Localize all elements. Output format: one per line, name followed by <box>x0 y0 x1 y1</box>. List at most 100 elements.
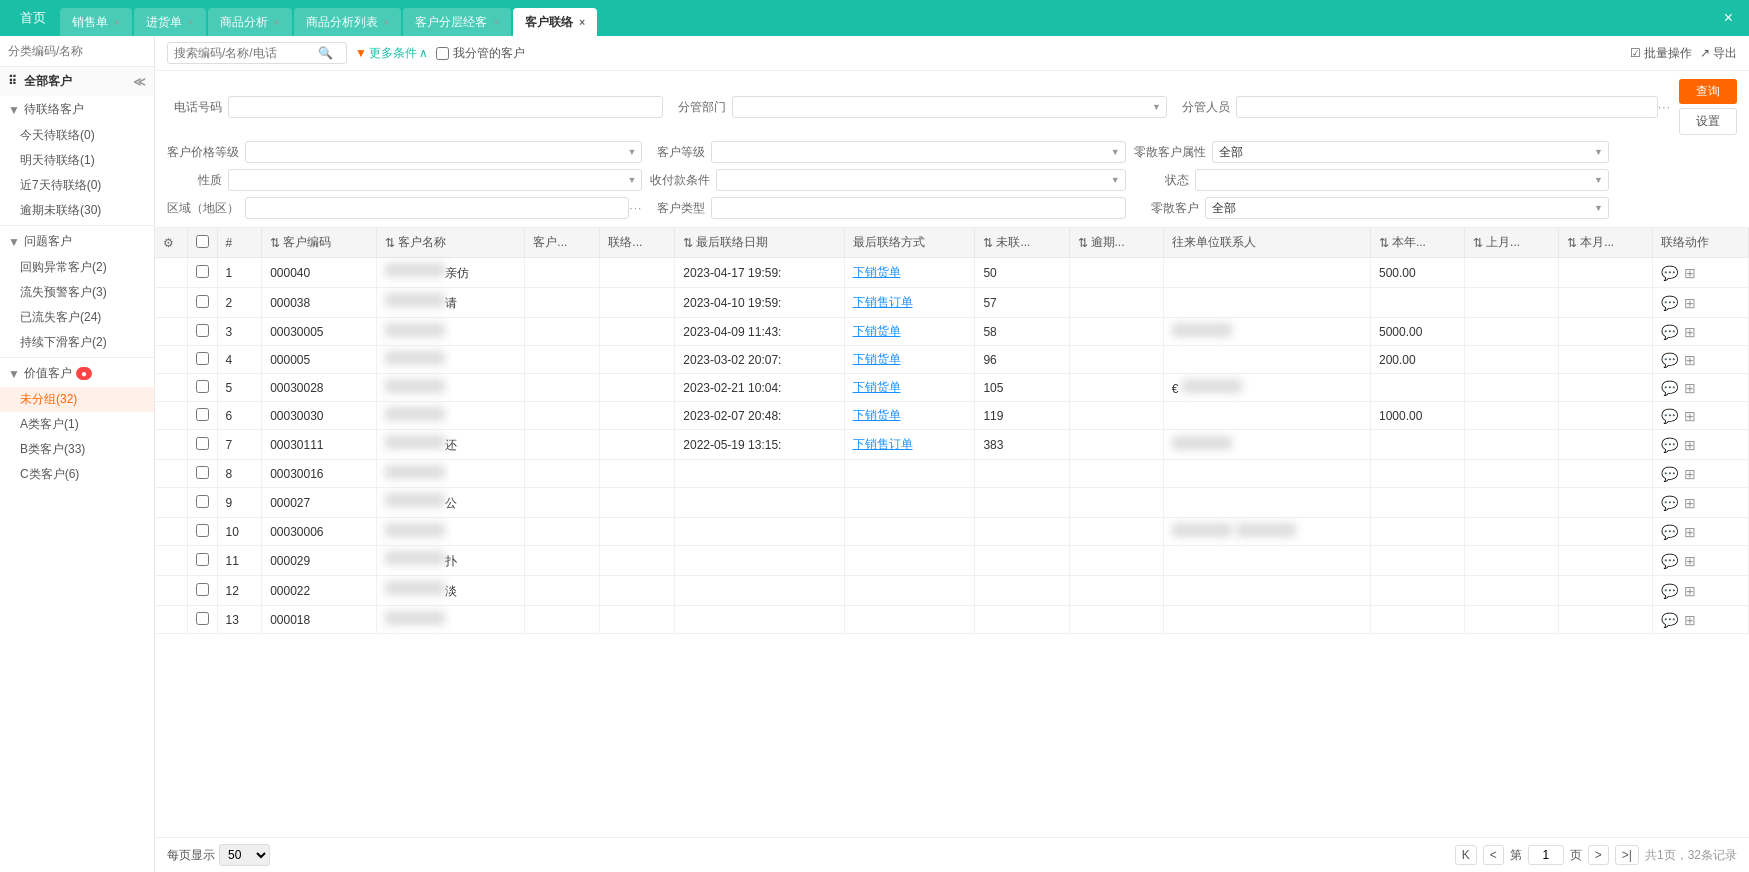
export-button[interactable]: ↗ 导出 <box>1700 45 1737 62</box>
select-all-checkbox[interactable] <box>196 235 209 248</box>
sidebar-group-value[interactable]: ▼ 价值客户 ● <box>0 360 154 387</box>
all-customers-header[interactable]: ⠿ 全部客户 ≪ <box>0 67 154 96</box>
chat-icon[interactable]: 💬 <box>1661 553 1678 569</box>
row-checkbox[interactable] <box>196 495 209 508</box>
last-method-link[interactable]: 下销售订单 <box>853 295 913 309</box>
grid-icon[interactable]: ⊞ <box>1684 524 1696 540</box>
sidebar-item-churned[interactable]: 已流失客户(24) <box>0 305 154 330</box>
row-checkbox[interactable] <box>196 380 209 393</box>
row-checkbox[interactable] <box>196 352 209 365</box>
sidebar-item-churn-warning[interactable]: 流失预警客户(3) <box>0 280 154 305</box>
grid-icon[interactable]: ⊞ <box>1684 583 1696 599</box>
sidebar-group-pending[interactable]: ▼ 待联络客户 <box>0 96 154 123</box>
window-close-button[interactable]: × <box>1716 9 1741 27</box>
chat-icon[interactable]: 💬 <box>1661 380 1678 396</box>
more-filters-button[interactable]: ▼ 更多条件 ∧ <box>355 45 428 62</box>
grid-icon[interactable]: ⊞ <box>1684 408 1696 424</box>
staff-input[interactable] <box>1236 96 1658 118</box>
row-checkbox[interactable] <box>196 295 209 308</box>
next-page-button[interactable]: > <box>1588 845 1609 865</box>
row-checkbox[interactable] <box>196 408 209 421</box>
row-checkbox[interactable] <box>196 466 209 479</box>
chat-icon[interactable]: 💬 <box>1661 352 1678 368</box>
close-icon[interactable]: × <box>493 17 499 28</box>
sidebar-search-input[interactable] <box>8 44 155 58</box>
my-customers-checkbox[interactable] <box>436 47 449 60</box>
chat-icon[interactable]: 💬 <box>1661 295 1678 311</box>
grid-icon[interactable]: ⊞ <box>1684 324 1696 340</box>
main-search-input[interactable] <box>174 46 314 60</box>
grid-icon[interactable]: ⊞ <box>1684 553 1696 569</box>
chat-icon[interactable]: 💬 <box>1661 265 1678 281</box>
batch-ops-button[interactable]: ☑ 批量操作 <box>1630 45 1692 62</box>
chat-icon[interactable]: 💬 <box>1661 612 1678 628</box>
last-method-link[interactable]: 下销售订单 <box>853 437 913 451</box>
grid-icon[interactable]: ⊞ <box>1684 437 1696 453</box>
sidebar-item-tomorrow-pending[interactable]: 明天待联络(1) <box>0 148 154 173</box>
sidebar-item-type-b[interactable]: B类客户(33) <box>0 437 154 462</box>
sidebar-item-7days-pending[interactable]: 近7天待联络(0) <box>0 173 154 198</box>
sidebar-item-today-pending[interactable]: 今天待联络(0) <box>0 123 154 148</box>
customer-grade-select[interactable] <box>711 141 1125 163</box>
grid-icon[interactable]: ⊞ <box>1684 495 1696 511</box>
grid-icon[interactable]: ⊞ <box>1684 466 1696 482</box>
chat-icon[interactable]: 💬 <box>1661 466 1678 482</box>
last-method-link[interactable]: 下销货单 <box>853 352 901 366</box>
first-page-button[interactable]: K <box>1455 845 1477 865</box>
chat-icon[interactable]: 💬 <box>1661 324 1678 340</box>
retail-customer-select[interactable]: 全部 <box>1205 197 1609 219</box>
last-method-link[interactable]: 下销货单 <box>853 380 901 394</box>
prev-page-button[interactable]: < <box>1483 845 1504 865</box>
dept-select[interactable] <box>732 96 1167 118</box>
close-icon[interactable]: × <box>274 17 280 28</box>
tab-sales-order[interactable]: 销售单 × <box>60 8 132 36</box>
chat-icon[interactable]: 💬 <box>1661 408 1678 424</box>
tab-customer-contact[interactable]: 客户联络 × <box>513 8 597 36</box>
sidebar-item-repurchase-abnormal[interactable]: 回购异常客户(2) <box>0 255 154 280</box>
price-grade-select[interactable] <box>245 141 642 163</box>
last-method-link[interactable]: 下销货单 <box>853 408 901 422</box>
status-select[interactable] <box>1195 169 1609 191</box>
tab-product-analysis[interactable]: 商品分析 × <box>208 8 292 36</box>
row-checkbox[interactable] <box>196 324 209 337</box>
close-icon[interactable]: × <box>114 17 120 28</box>
settings-icon[interactable]: ⚙ <box>163 236 174 250</box>
row-checkbox[interactable] <box>196 524 209 537</box>
home-tab[interactable]: 首页 <box>8 0 58 36</box>
grid-icon[interactable]: ⊞ <box>1684 295 1696 311</box>
close-icon[interactable]: × <box>384 17 390 28</box>
retail-attr-select[interactable]: 全部 <box>1212 141 1609 163</box>
phone-input[interactable] <box>228 96 663 118</box>
sidebar-group-problem[interactable]: ▼ 问题客户 <box>0 228 154 255</box>
sidebar-item-type-a[interactable]: A类客户(1) <box>0 412 154 437</box>
row-checkbox[interactable] <box>196 553 209 566</box>
grid-icon[interactable]: ⊞ <box>1684 352 1696 368</box>
chat-icon[interactable]: 💬 <box>1661 583 1678 599</box>
grid-icon[interactable]: ⊞ <box>1684 612 1696 628</box>
pay-term-select[interactable] <box>716 169 1125 191</box>
customer-type-input[interactable] <box>711 197 1125 219</box>
close-icon[interactable]: × <box>579 17 585 28</box>
page-size-select[interactable]: 50 100 200 <box>219 844 270 866</box>
last-method-link[interactable]: 下销货单 <box>853 324 901 338</box>
grid-icon[interactable]: ⊞ <box>1684 380 1696 396</box>
search-icon[interactable]: 🔍 <box>318 46 333 60</box>
close-icon[interactable]: × <box>188 17 194 28</box>
row-checkbox[interactable] <box>196 437 209 450</box>
row-checkbox[interactable] <box>196 583 209 596</box>
chat-icon[interactable]: 💬 <box>1661 437 1678 453</box>
tab-product-analysis-list[interactable]: 商品分析列表 × <box>294 8 402 36</box>
row-checkbox[interactable] <box>196 612 209 625</box>
area-more-icon[interactable]: ··· <box>629 201 642 215</box>
sidebar-item-ungrouped[interactable]: 未分组(32) <box>0 387 154 412</box>
tab-customer-segmentation[interactable]: 客户分层经客 × <box>403 8 511 36</box>
reset-button[interactable]: 设置 <box>1679 108 1737 135</box>
more-icon[interactable]: ··· <box>1658 100 1671 114</box>
row-checkbox[interactable] <box>196 265 209 278</box>
sidebar-item-declining[interactable]: 持续下滑客户(2) <box>0 330 154 355</box>
sidebar-item-overdue[interactable]: 逾期未联络(30) <box>0 198 154 223</box>
area-input[interactable] <box>245 197 629 219</box>
last-page-button[interactable]: >| <box>1615 845 1639 865</box>
sidebar-item-type-c[interactable]: C类客户(6) <box>0 462 154 487</box>
page-number-input[interactable] <box>1528 845 1564 865</box>
